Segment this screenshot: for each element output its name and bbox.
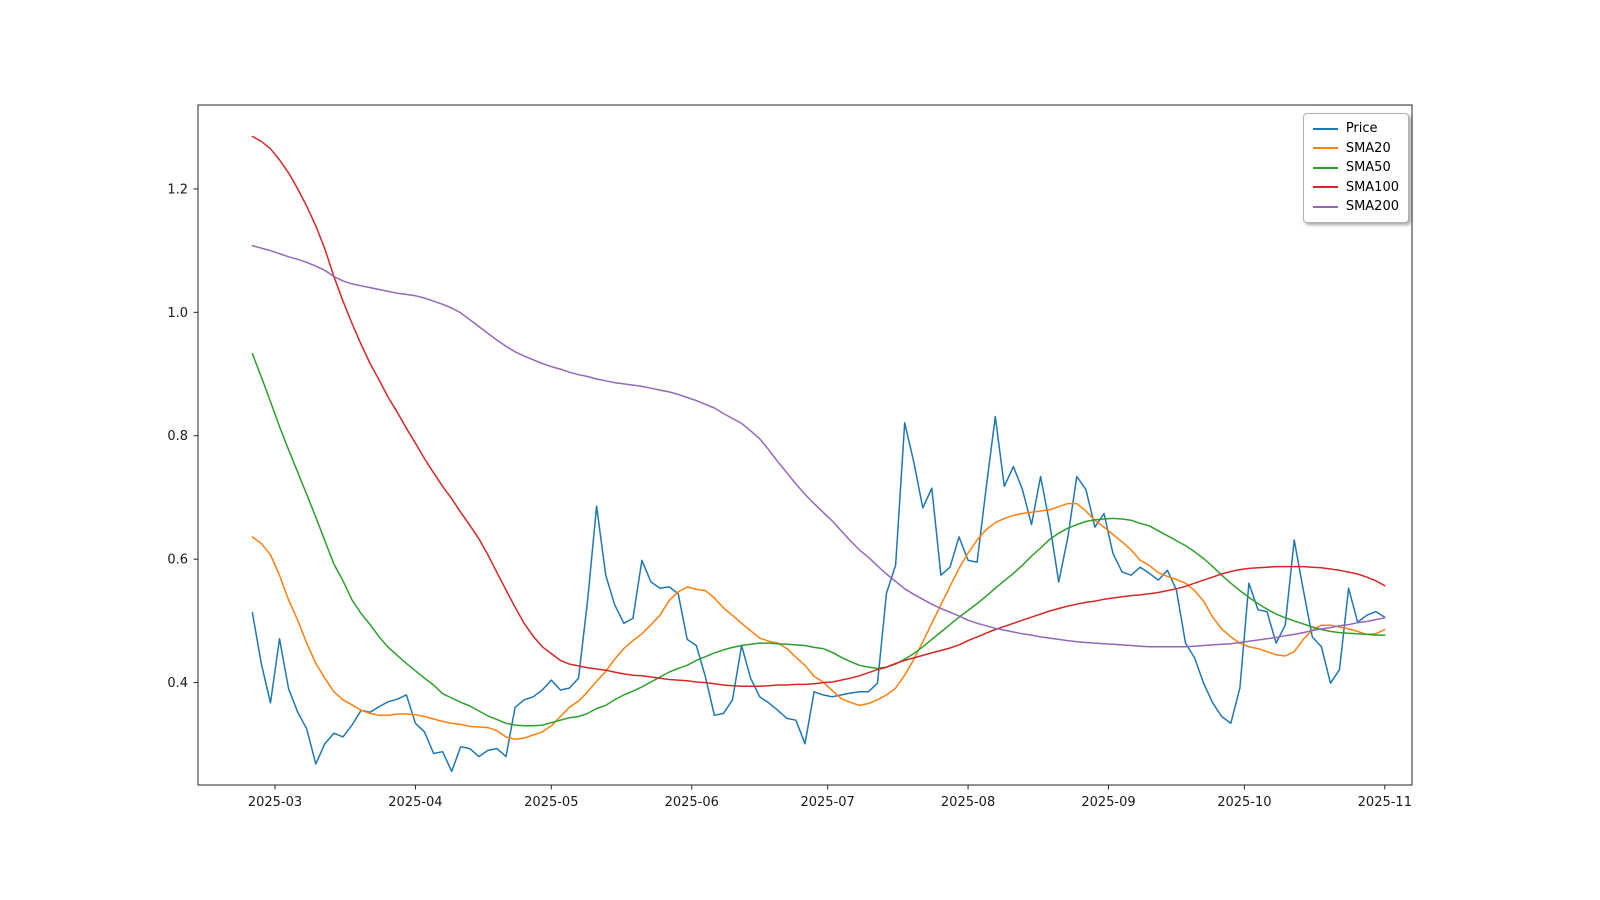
x-tick-label: 2025-06 — [665, 795, 719, 810]
x-tick-label: 2025-04 — [388, 795, 442, 810]
y-tick-label: 1.2 — [167, 182, 188, 197]
legend-label: SMA200 — [1345, 199, 1399, 215]
legend-item-sma100: SMA100 — [1312, 178, 1399, 198]
x-tick-label: 2025-03 — [248, 795, 302, 810]
legend-item-sma50: SMA50 — [1312, 158, 1399, 178]
legend: Price SMA20 SMA50 SMA100 SMA200 — [1302, 113, 1409, 223]
x-tick-label: 2025-07 — [800, 795, 854, 810]
legend-item-price: Price — [1312, 119, 1399, 139]
x-tick-label: 2025-08 — [941, 795, 995, 810]
plot-area-border — [197, 104, 1413, 786]
legend-line-swatch-sma20 — [1312, 147, 1338, 150]
legend-line-swatch-sma200 — [1312, 205, 1338, 208]
chart-figure: 2025-03 2025-04 2025-05 2025-06 2025-07 2025-… — [0, 0, 1600, 900]
x-tick-label: 2025-09 — [1081, 795, 1135, 810]
legend-item-sma20: SMA20 — [1312, 139, 1399, 159]
legend-line-swatch-price — [1312, 127, 1338, 130]
x-tick-label: 2025-10 — [1217, 795, 1271, 810]
legend-label: SMA20 — [1345, 140, 1391, 156]
legend-line-swatch-sma100 — [1312, 186, 1338, 189]
legend-item-sma200: SMA200 — [1312, 197, 1399, 217]
legend-line-swatch-sma50 — [1312, 166, 1338, 169]
legend-label: SMA50 — [1345, 160, 1391, 176]
y-tick-label: 0.6 — [167, 553, 188, 568]
legend-label: Price — [1345, 121, 1378, 137]
x-tick-label: 2025-05 — [524, 795, 578, 810]
legend-label: SMA100 — [1345, 179, 1399, 195]
x-tick-label: 2025-11 — [1358, 795, 1412, 810]
y-tick-label: 0.8 — [167, 429, 188, 444]
y-tick-label: 0.4 — [167, 676, 188, 691]
y-tick-label: 1.0 — [167, 306, 188, 321]
